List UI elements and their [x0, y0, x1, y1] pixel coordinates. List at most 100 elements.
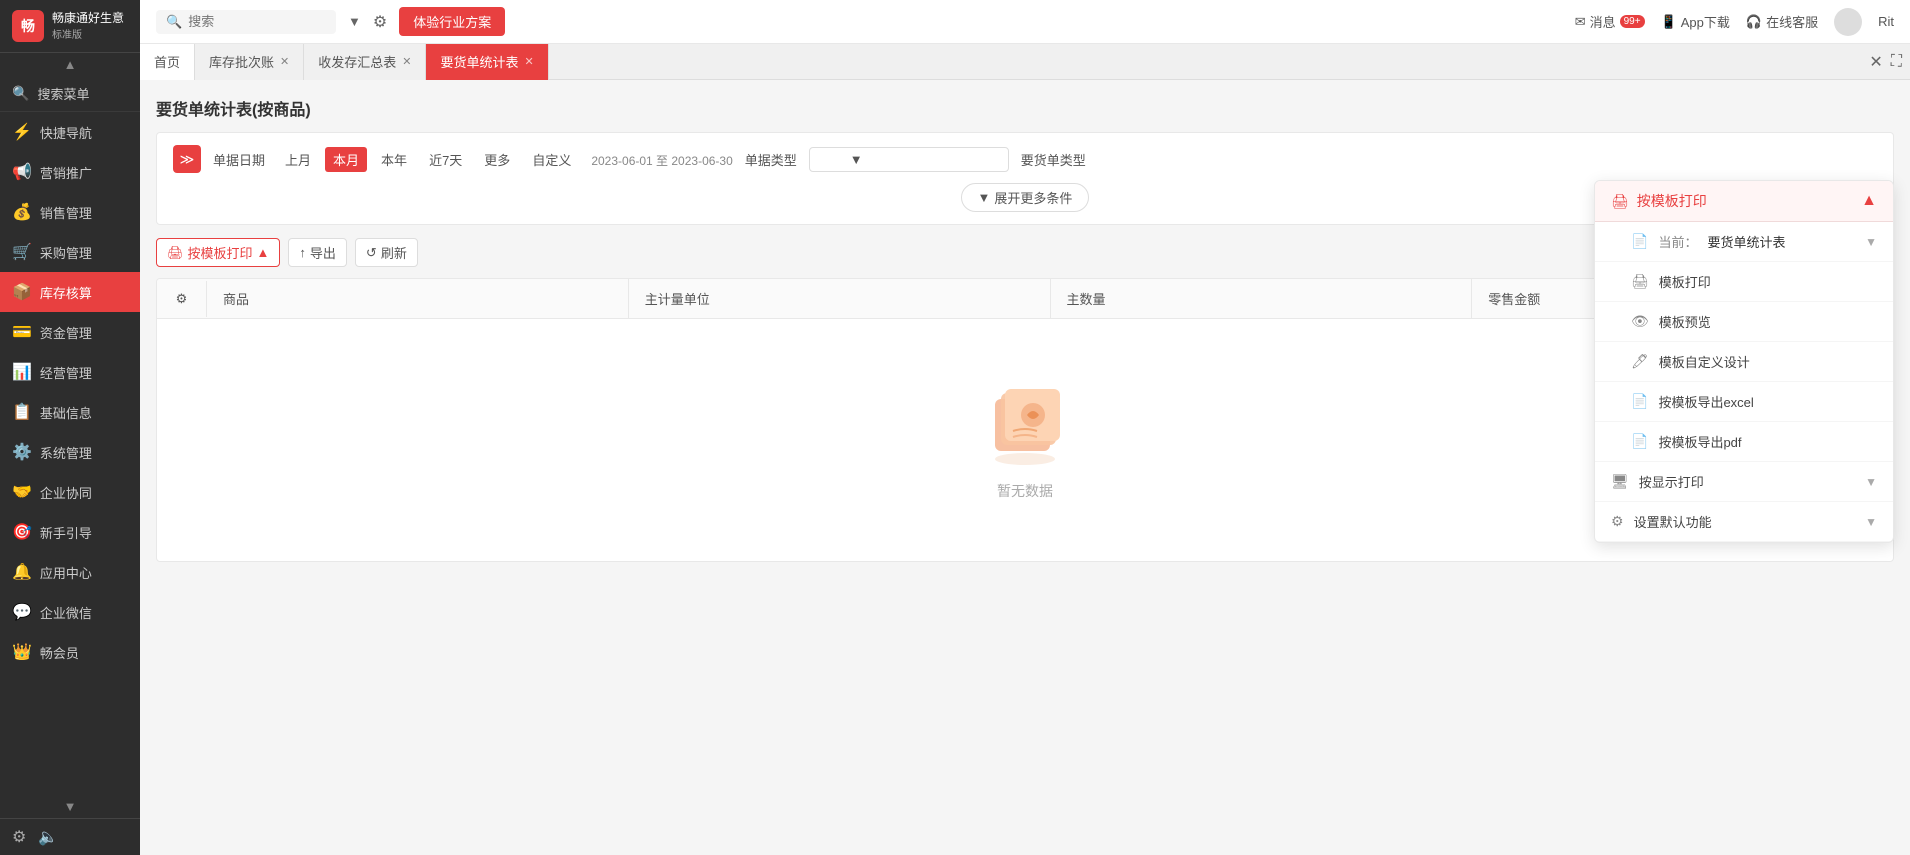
current-item-left: 📄 当前： 要货单统计表 — [1631, 232, 1785, 251]
sidebar-scroll-up[interactable]: ▲ — [0, 53, 140, 76]
print-dropdown-icon: ▲ — [257, 245, 270, 260]
dropdown-current-item[interactable]: 📄 当前： 要货单统计表 ▼ — [1595, 222, 1893, 262]
sales-icon: 💰 — [12, 202, 32, 222]
sidebar-item-operation[interactable]: 📊 经营管理 — [0, 352, 140, 392]
tab-inventory-batch[interactable]: 库存批次账 ✕ — [195, 44, 304, 80]
empty-text: 暂无数据 — [997, 481, 1053, 501]
cooperation-icon: 🤝 — [12, 482, 32, 502]
topbar-dropdown-icon[interactable]: ▼ — [348, 14, 361, 29]
dropdown-sub-default-fn[interactable]: ⚙ 设置默认功能 ▼ — [1595, 502, 1893, 542]
sidebar-item-finance[interactable]: 💳 资金管理 — [0, 312, 140, 352]
expand-more-button[interactable]: ▼ 展开更多条件 — [961, 183, 1090, 212]
quick-nav-icon: ⚡ — [12, 122, 32, 142]
expand-arrow-button[interactable]: ≫ — [173, 145, 201, 173]
sidebar-item-search[interactable]: 🔍 搜索菜单 — [0, 76, 140, 112]
tab-requisition[interactable]: 要货单统计表 ✕ — [426, 44, 548, 80]
template-print-icon: 🖨 — [1631, 273, 1649, 290]
sidebar-item-guide[interactable]: 🎯 新手引导 — [0, 512, 140, 552]
date-opt-7days[interactable]: 近7天 — [421, 147, 470, 172]
nav-label-cooperation: 企业协同 — [40, 483, 92, 502]
tab-close-all-icon[interactable]: ✕ — [1869, 52, 1882, 72]
sidebar-item-wechat[interactable]: 💬 企业微信 — [0, 592, 140, 632]
dropdown-sub-display-print[interactable]: 🖥 按显示打印 ▼ — [1595, 462, 1893, 502]
sidebar-item-system[interactable]: ⚙️ 系统管理 — [0, 432, 140, 472]
online-service-item[interactable]: 🎧 在线客服 — [1746, 12, 1818, 31]
trial-button[interactable]: 体验行业方案 — [399, 7, 505, 36]
date-opt-last-month[interactable]: 上月 — [277, 147, 319, 172]
type-filter-select[interactable]: ▼ — [809, 147, 1009, 172]
search-icon: 🔍 — [12, 85, 29, 102]
export-icon: ↑ — [299, 245, 306, 260]
nav-label-quick: 快捷导航 — [40, 123, 92, 142]
current-value: 要货单统计表 — [1707, 232, 1785, 251]
dropdown-item-template-excel[interactable]: 📄 按模板导出excel — [1595, 382, 1893, 422]
sidebar-item-quick-nav[interactable]: ⚡ 快捷导航 — [0, 112, 140, 152]
print-button[interactable]: 🖨 按模板打印 ▲ — [156, 238, 280, 267]
tab-home[interactable]: 首页 — [140, 44, 195, 80]
sidebar-item-basic[interactable]: 📋 基础信息 — [0, 392, 140, 432]
date-opt-this-month[interactable]: 本月 — [325, 147, 367, 172]
template-preview-icon: 👁 — [1631, 313, 1649, 330]
dropdown-collapse-icon[interactable]: ▲ — [1861, 192, 1877, 210]
refresh-label: 刷新 — [381, 243, 407, 262]
headset-icon: 🎧 — [1746, 14, 1762, 30]
topbar-settings-icon[interactable]: ⚙ — [373, 12, 387, 32]
expand-more-icon: ▼ — [978, 190, 991, 205]
sidebar-item-inventory[interactable]: 📦 库存核算 — [0, 272, 140, 312]
settings-icon[interactable]: ⚙ — [12, 827, 26, 847]
tab-inventory-batch-close[interactable]: ✕ — [280, 55, 289, 68]
sidebar-item-marketing[interactable]: 📢 营销推广 — [0, 152, 140, 192]
topbar-search-icon: 🔍 — [166, 14, 182, 30]
refresh-icon: ↺ — [366, 245, 377, 261]
dropdown-item-template-print[interactable]: 🖨 模板打印 — [1595, 262, 1893, 302]
messages-icon: ✉ — [1575, 14, 1586, 30]
tab-receivable[interactable]: 收发存汇总表 ✕ — [304, 44, 426, 80]
tab-requisition-close[interactable]: ✕ — [525, 55, 534, 68]
dropdown-header-label: 按模板打印 — [1637, 191, 1707, 211]
date-opt-more[interactable]: 更多 — [476, 147, 518, 172]
topbar-search[interactable]: 🔍 — [156, 10, 336, 34]
export-button[interactable]: ↑ 导出 — [288, 238, 347, 267]
search-input[interactable] — [188, 14, 326, 29]
system-icon: ⚙️ — [12, 442, 32, 462]
search-menu-label: 搜索菜单 — [37, 84, 89, 103]
phone-icon: 📱 — [1661, 14, 1677, 30]
app-logo: 畅 畅康通好生意 标准版 — [0, 0, 140, 53]
dropdown-item-template-design[interactable]: 🖊 模板自定义设计 — [1595, 342, 1893, 382]
app-download-item[interactable]: 📱 App下载 — [1661, 12, 1730, 31]
empty-icon — [975, 379, 1075, 469]
tab-expand-icon[interactable]: ⛶ — [1891, 53, 1902, 71]
sidebar-item-purchase[interactable]: 🛒 采购管理 — [0, 232, 140, 272]
sidebar: 畅 畅康通好生意 标准版 ▲ 🔍 搜索菜单 ⚡ 快捷导航 📢 营销推广 💰 销售… — [0, 0, 140, 855]
user-avatar[interactable] — [1834, 8, 1862, 36]
date-range-display: 2023-06-01 至 2023-06-30 — [591, 152, 732, 169]
date-opt-this-year[interactable]: 本年 — [373, 147, 415, 172]
username-label: Rit — [1878, 14, 1894, 29]
nav-label-basic: 基础信息 — [40, 403, 92, 422]
finance-icon: 💳 — [12, 322, 32, 342]
dropdown-sub-display-left: 🖥 按显示打印 — [1611, 472, 1704, 491]
dropdown-header-left: 🖨 按模板打印 — [1611, 191, 1707, 211]
tabs-bar: 首页 库存批次账 ✕ 收发存汇总表 ✕ 要货单统计表 ✕ ✕ ⛶ — [140, 44, 1910, 80]
dropdown-item-template-pdf[interactable]: 📄 按模板导出pdf — [1595, 422, 1893, 462]
template-pdf-label: 按模板导出pdf — [1658, 432, 1741, 451]
purchase-icon: 🛒 — [12, 242, 32, 262]
sidebar-item-member[interactable]: 👑 畅会员 — [0, 632, 140, 672]
nav-label-wechat: 企业微信 — [40, 603, 92, 622]
sidebar-item-sales[interactable]: 💰 销售管理 — [0, 192, 140, 232]
tab-receivable-close[interactable]: ✕ — [402, 55, 411, 68]
refresh-button[interactable]: ↺ 刷新 — [355, 238, 418, 267]
dropdown-item-template-preview[interactable]: 👁 模板预览 — [1595, 302, 1893, 342]
sidebar-scroll-down[interactable]: ▼ — [0, 795, 140, 818]
audio-icon[interactable]: 🔈 — [38, 827, 58, 847]
dropdown-header[interactable]: 🖨 按模板打印 ▲ — [1595, 181, 1893, 222]
messages-item[interactable]: ✉ 消息 99+ — [1575, 12, 1645, 31]
col-checkbox[interactable]: ⚙ — [157, 281, 207, 317]
main-content: 🔍 ▼ ⚙ 体验行业方案 ✉ 消息 99+ 📱 App下载 🎧 在线客服 Rit — [140, 0, 1910, 855]
print-label: 按模板打印 — [188, 243, 253, 262]
operation-icon: 📊 — [12, 362, 32, 382]
sidebar-item-app-center[interactable]: 🔔 应用中心 — [0, 552, 140, 592]
display-print-icon: 🖥 — [1611, 473, 1629, 490]
sidebar-item-cooperation[interactable]: 🤝 企业协同 — [0, 472, 140, 512]
date-opt-custom[interactable]: 自定义 — [524, 147, 579, 172]
